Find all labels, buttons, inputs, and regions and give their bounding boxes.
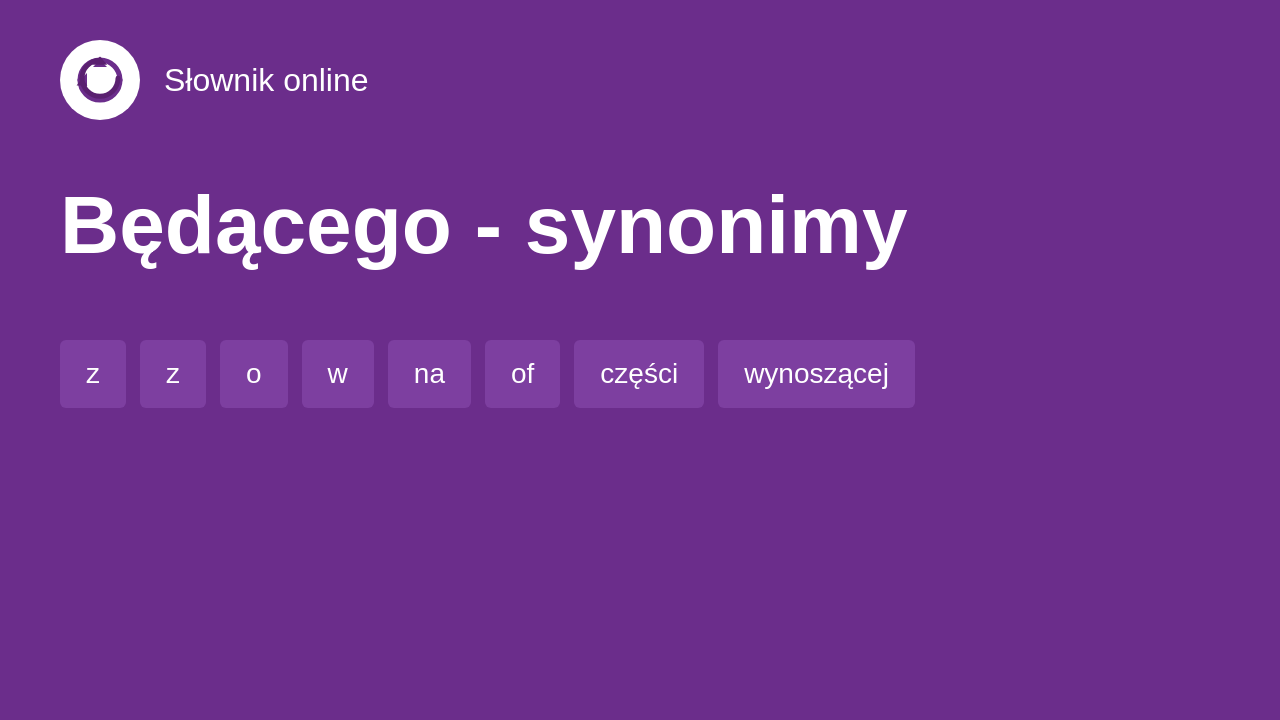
synonym-tag[interactable]: wynoszącej	[718, 340, 915, 408]
synonym-tag[interactable]: z	[140, 340, 206, 408]
synonym-tag[interactable]: z	[60, 340, 126, 408]
synonym-tag[interactable]: na	[388, 340, 471, 408]
synonym-tag[interactable]: of	[485, 340, 560, 408]
site-title: Słownik online	[164, 62, 369, 99]
logo-circle[interactable]	[60, 40, 140, 120]
main-content: Będącego - synonimy zzownaofczęściwynosz…	[0, 140, 1280, 720]
svg-marker-3	[77, 78, 88, 85]
page-heading: Będącego - synonimy	[60, 180, 1220, 270]
synonym-tag[interactable]: w	[302, 340, 374, 408]
header: Słownik online	[0, 0, 1280, 140]
sync-icon	[73, 53, 127, 107]
synonym-tag[interactable]: części	[574, 340, 704, 408]
synonym-tag[interactable]: o	[220, 340, 288, 408]
synonyms-row: zzownaofczęściwynoszącej	[60, 340, 1220, 408]
